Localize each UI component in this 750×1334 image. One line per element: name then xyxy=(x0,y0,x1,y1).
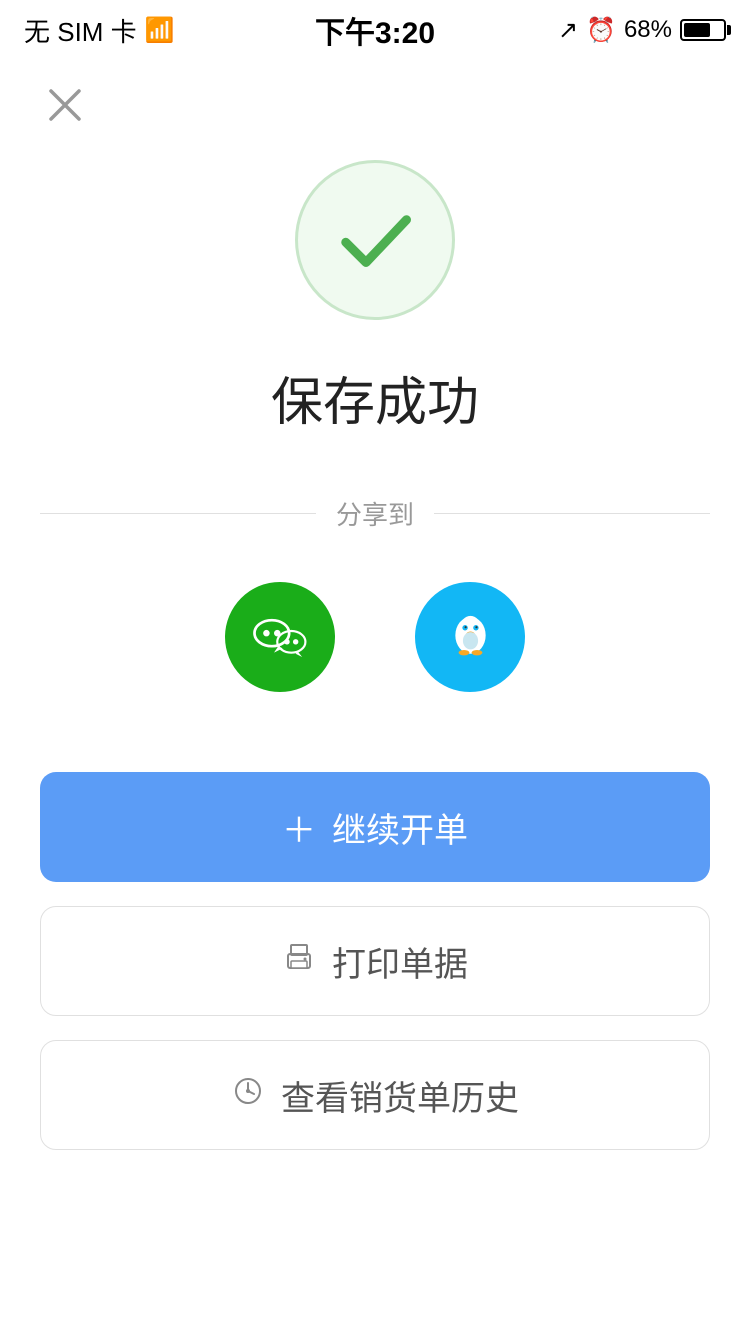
carrier-text: 无 SIM 卡 xyxy=(24,12,137,49)
print-button[interactable]: 打印单据 xyxy=(40,906,710,1016)
share-row xyxy=(225,582,525,692)
status-bar: 无 SIM 卡 📶 下午3:20 ↗ ⏰ 68% xyxy=(0,0,750,60)
divider-left xyxy=(40,513,316,514)
plus-icon: ＋ xyxy=(282,803,316,852)
wechat-icon xyxy=(248,605,313,670)
status-time: 下午3:20 xyxy=(315,8,435,52)
share-wechat-button[interactable] xyxy=(225,582,335,692)
divider-label: 分享到 xyxy=(336,495,414,532)
close-button[interactable] xyxy=(40,80,90,130)
battery-icon xyxy=(680,19,726,41)
continue-button[interactable]: ＋ 继续开单 xyxy=(40,772,710,882)
history-icon xyxy=(231,1074,265,1117)
clock-svg-icon xyxy=(231,1074,265,1108)
success-icon-wrapper xyxy=(295,160,455,320)
alarm-icon: ⏰ xyxy=(586,16,616,45)
print-label: 打印单据 xyxy=(332,937,468,986)
main-content: 保存成功 分享到 xyxy=(0,60,750,1334)
wifi-icon: 📶 xyxy=(145,16,175,45)
close-icon xyxy=(47,87,83,123)
history-label: 查看销货单历史 xyxy=(281,1071,519,1120)
history-button[interactable]: 查看销货单历史 xyxy=(40,1040,710,1150)
share-qq-button[interactable] xyxy=(415,582,525,692)
divider-section: 分享到 xyxy=(40,495,710,532)
success-title: 保存成功 xyxy=(271,360,479,435)
continue-label: 继续开单 xyxy=(332,803,468,852)
battery-percent: 68% xyxy=(624,16,672,44)
success-checkmark-icon xyxy=(330,195,420,285)
qq-icon xyxy=(438,605,503,670)
action-buttons: ＋ 继续开单 打印单据 xyxy=(40,772,710,1150)
location-icon: ↗ xyxy=(558,16,578,45)
divider-right xyxy=(434,513,710,514)
printer-svg-icon xyxy=(282,940,316,974)
status-right: ↗ ⏰ 68% xyxy=(558,16,726,45)
print-icon xyxy=(282,940,316,983)
status-left: 无 SIM 卡 📶 xyxy=(24,12,175,49)
battery-fill xyxy=(684,23,710,37)
